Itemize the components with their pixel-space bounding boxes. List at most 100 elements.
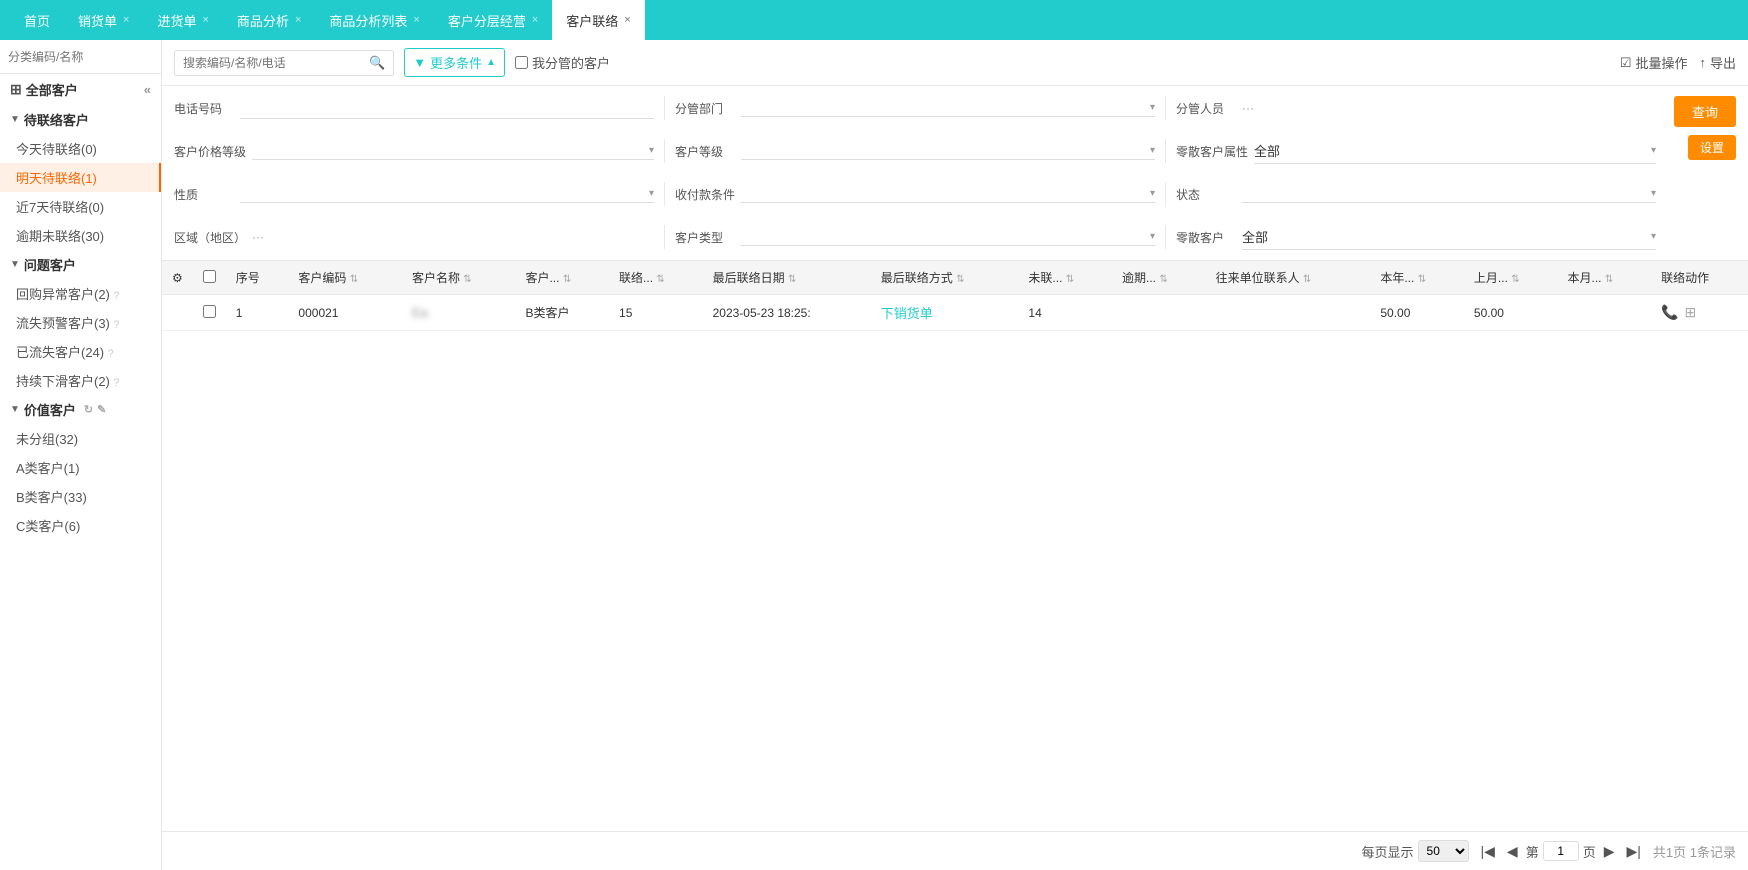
search-input[interactable] — [183, 56, 363, 70]
nav-home[interactable]: 首页 — [10, 0, 64, 40]
filter-select-price-level[interactable]: ▾ — [252, 142, 654, 160]
sidebar-item-class-a[interactable]: A类客户(1) — [0, 453, 161, 482]
col-type[interactable]: 客户... ⇅ — [515, 261, 609, 295]
col-overdue[interactable]: 逾期... ⇅ — [1112, 261, 1206, 295]
select-all-checkbox[interactable] — [203, 270, 216, 283]
divider — [664, 225, 665, 249]
close-icon[interactable]: × — [532, 14, 538, 26]
close-icon[interactable]: × — [295, 14, 301, 26]
cell-checkbox[interactable] — [193, 295, 226, 331]
col-contacts[interactable]: 联络... ⇅ — [609, 261, 703, 295]
divider — [664, 96, 665, 120]
footer: 每页显示 50 100 200 |◀ ◀ 第 页 ▶ ▶| 共1页 1条记录 — [162, 831, 1748, 870]
grid-action-icon[interactable]: ⊞ — [1685, 304, 1697, 321]
col-last-month[interactable]: 上月... ⇅ — [1464, 261, 1558, 295]
sidebar-item-overdue[interactable]: 逾期未联络(30) — [0, 221, 161, 250]
nav-customer-contact[interactable]: 客户联络 × — [552, 0, 644, 40]
filter-dots-manager[interactable]: ··· — [1242, 101, 1254, 115]
sidebar-item-ungrouped[interactable]: 未分组(32) — [0, 424, 161, 453]
sidebar-group-problem[interactable]: ▼ 问题客户 — [0, 250, 161, 279]
filter-select-customer-type[interactable]: ▾ — [741, 228, 1155, 246]
filter-select-retail[interactable]: 全部 ▾ — [1242, 224, 1656, 250]
col-last-date[interactable]: 最后联络日期 ⇅ — [703, 261, 871, 295]
filter-select-payment[interactable]: ▾ — [741, 185, 1155, 203]
filter-status: 状态 ▾ — [1176, 185, 1656, 203]
row-checkbox[interactable] — [203, 305, 216, 318]
filter-select-nature[interactable]: ▾ — [240, 185, 654, 203]
nav-product-analysis-list[interactable]: 商品分析列表 × — [315, 0, 433, 40]
sidebar-item-all[interactable]: ⊞ 全部客户 « — [0, 74, 161, 105]
col-checkbox[interactable] — [193, 261, 226, 295]
col-current-month[interactable]: 本月... ⇅ — [1558, 261, 1652, 295]
nav-sales-order[interactable]: 销货单 × — [64, 0, 143, 40]
filter-dept: 分管部门 ▾ — [675, 99, 1155, 117]
sidebar-item-declining[interactable]: 持续下滑客户(2) ? — [0, 366, 161, 395]
export-button[interactable]: ↑ 导出 — [1699, 53, 1736, 72]
filter-select-retail-attr[interactable]: 全部 ▾ — [1254, 138, 1656, 164]
nav-purchase-order[interactable]: 进货单 × — [143, 0, 222, 40]
last-contact-link[interactable]: 下销货单 — [881, 306, 933, 321]
sidebar-item-churned[interactable]: 已流失客户(24) ? — [0, 337, 161, 366]
nav-product-analysis[interactable]: 商品分析 × — [223, 0, 315, 40]
help-icon: ? — [113, 290, 119, 302]
filter-dots-region[interactable]: ··· — [252, 230, 264, 244]
filter-label-status: 状态 — [1176, 186, 1236, 203]
collapse-icon[interactable]: « — [144, 82, 151, 97]
last-page-button[interactable]: ▶| — [1623, 841, 1645, 862]
cell-last-method[interactable]: 下销货单 — [871, 295, 1019, 331]
col-code[interactable]: 客户编码 ⇅ — [288, 261, 402, 295]
chevron-down-icon: ▾ — [1150, 231, 1155, 242]
my-customers-checkbox[interactable] — [515, 56, 528, 69]
col-current-year[interactable]: 本年... ⇅ — [1370, 261, 1464, 295]
sidebar-group-value[interactable]: ▼ 价值客户 ↻ ✎ — [0, 395, 161, 424]
close-icon[interactable]: × — [413, 14, 419, 26]
page-number-input[interactable] — [1543, 841, 1579, 861]
sidebar-item-abnormal[interactable]: 回购异常客户(2) ? — [0, 279, 161, 308]
filter-more-button[interactable]: ▼ 更多条件 ▲ — [404, 48, 505, 77]
filter-select-dept[interactable]: ▾ — [741, 99, 1155, 117]
close-icon[interactable]: × — [123, 14, 129, 26]
edit-icon[interactable]: ✎ — [97, 403, 106, 416]
first-page-button[interactable]: |◀ — [1477, 841, 1499, 862]
close-icon[interactable]: × — [624, 14, 630, 26]
filter-retail-attr: 零散客户属性 全部 ▾ — [1176, 138, 1656, 164]
arrow-icon: ▼ — [10, 259, 20, 270]
sidebar-item-today-pending[interactable]: 今天待联络(0) — [0, 134, 161, 163]
col-uncontacted[interactable]: 未联... ⇅ — [1018, 261, 1112, 295]
sidebar-item-tomorrow-pending[interactable]: 明天待联络(1) — [0, 163, 161, 192]
prev-page-button[interactable]: ◀ — [1503, 841, 1522, 862]
sidebar-search-input[interactable] — [8, 50, 162, 64]
chevron-down-icon: ▾ — [1150, 145, 1155, 156]
chevron-down-icon: ▾ — [1651, 231, 1656, 242]
col-settings[interactable]: ⚙ — [162, 261, 193, 295]
customer-name-text: Ea — [412, 305, 428, 320]
nav-customer-tier[interactable]: 客户分层经营 × — [434, 0, 552, 40]
sidebar-item-7days-pending[interactable]: 近7天待联络(0) — [0, 192, 161, 221]
help-icon: ? — [113, 319, 119, 331]
pagination: |◀ ◀ 第 页 ▶ ▶| — [1477, 841, 1645, 862]
sidebar-item-churn-warning[interactable]: 流失预警客户(3) ? — [0, 308, 161, 337]
data-table: ⚙ 序号 客户编码 ⇅ 客户名称 ⇅ 客户... ⇅ 联络... ⇅ 最后联络日… — [162, 261, 1748, 331]
sidebar-item-class-c[interactable]: C类客户(6) — [0, 511, 161, 540]
query-button[interactable]: 查询 — [1674, 96, 1736, 127]
page-size-select[interactable]: 50 100 200 — [1418, 840, 1469, 862]
search-icon[interactable]: 🔍 — [369, 55, 385, 71]
sidebar-item-class-b[interactable]: B类客户(33) — [0, 482, 161, 511]
sidebar-group-pending[interactable]: ▼ 待联络客户 — [0, 105, 161, 134]
filter-input-phone[interactable] — [240, 98, 654, 119]
col-last-method[interactable]: 最后联络方式 ⇅ — [871, 261, 1019, 295]
col-contact-person[interactable]: 往来单位联系人 ⇅ — [1206, 261, 1371, 295]
phone-icon[interactable]: 📞 — [1661, 304, 1678, 321]
sort-icon: ⇅ — [788, 274, 796, 285]
batch-operation-button[interactable]: ☑ 批量操作 — [1620, 53, 1688, 72]
filter-label-dept: 分管部门 — [675, 100, 735, 117]
refresh-icon[interactable]: ↻ — [84, 403, 93, 416]
next-page-button[interactable]: ▶ — [1600, 841, 1619, 862]
sort-icon: ⇅ — [656, 274, 664, 285]
filter-select-status[interactable]: ▾ — [1242, 185, 1656, 203]
filter-select-customer-grade[interactable]: ▾ — [741, 142, 1155, 160]
close-icon[interactable]: × — [202, 14, 208, 26]
col-name[interactable]: 客户名称 ⇅ — [402, 261, 516, 295]
settings-button[interactable]: 设置 — [1688, 135, 1736, 160]
sidebar: 🔍 ⊞ 全部客户 « ▼ 待联络客户 今天待联络(0) 明天待联络(1) 近7天… — [0, 40, 162, 870]
